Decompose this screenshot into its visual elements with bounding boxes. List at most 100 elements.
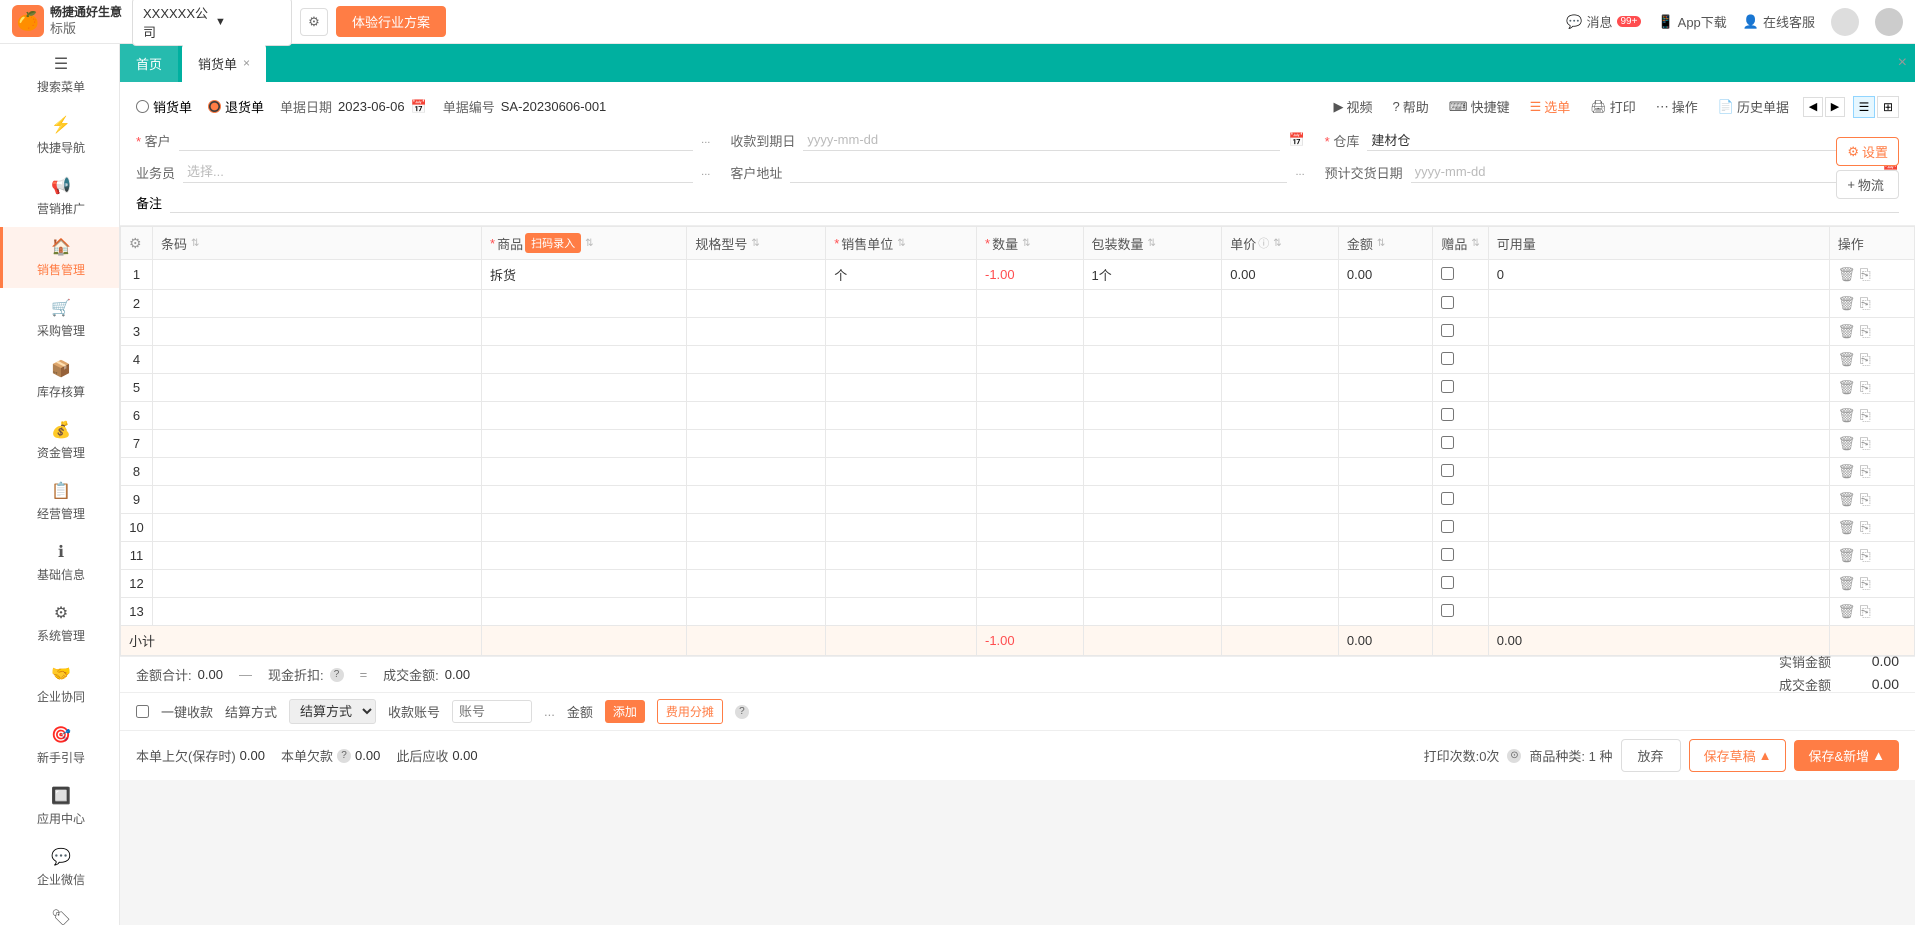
calendar-icon[interactable]: 📅 — [411, 99, 427, 115]
sidebar-item-collab[interactable]: 🤝 企业协同 — [0, 654, 119, 715]
cell-gift[interactable] — [1433, 598, 1488, 626]
cell-qty[interactable] — [977, 402, 1084, 430]
cell-product[interactable] — [482, 402, 687, 430]
next-arrow[interactable]: ▶ — [1825, 97, 1845, 117]
cell-spec[interactable] — [687, 346, 826, 374]
cell-amount[interactable] — [1338, 514, 1432, 542]
sidebar-item-system[interactable]: ⚙ 系统管理 — [0, 593, 119, 654]
receipt-cal-icon[interactable]: 📅 — [1288, 132, 1304, 148]
cell-spec[interactable] — [687, 458, 826, 486]
sidebar-item-weixin[interactable]: 💬 企业微信 — [0, 837, 119, 898]
cell-qty[interactable] — [977, 374, 1084, 402]
customer-addr-input[interactable] — [790, 161, 1287, 183]
cell-barcode[interactable] — [153, 542, 482, 570]
sidebar-item-purchase[interactable]: 🛒 采购管理 — [0, 288, 119, 349]
toolbar-print[interactable]: 🖨 打印 — [1584, 94, 1642, 119]
warehouse-input[interactable] — [1367, 129, 1881, 151]
cell-spec[interactable] — [687, 402, 826, 430]
sidebar-item-management[interactable]: 📋 经营管理 — [0, 471, 119, 532]
cell-spec[interactable] — [687, 260, 826, 290]
fee-info-icon[interactable]: ? — [735, 705, 749, 719]
cell-price[interactable] — [1222, 346, 1339, 374]
cell-qty[interactable] — [977, 458, 1084, 486]
receipt-date-input[interactable] — [803, 129, 1280, 151]
cell-spec[interactable] — [687, 290, 826, 318]
cell-barcode[interactable] — [153, 374, 482, 402]
cell-amount[interactable] — [1338, 486, 1432, 514]
cell-price[interactable]: 0.00 — [1222, 260, 1339, 290]
cell-gift[interactable] — [1433, 290, 1488, 318]
cell-price[interactable] — [1222, 514, 1339, 542]
cell-pkgqty[interactable] — [1083, 598, 1222, 626]
cell-spec[interactable] — [687, 486, 826, 514]
cell-price[interactable] — [1222, 458, 1339, 486]
cell-product[interactable] — [482, 318, 687, 346]
cell-barcode[interactable] — [153, 318, 482, 346]
prev-arrow[interactable]: ◀ — [1803, 97, 1823, 117]
cell-product[interactable] — [482, 542, 687, 570]
account-more-btn[interactable]: ... — [544, 704, 555, 719]
tab-home[interactable]: 首页 — [120, 44, 178, 82]
cell-pkgqty[interactable] — [1083, 402, 1222, 430]
cell-pkgqty[interactable] — [1083, 570, 1222, 598]
save-draft-button[interactable]: 保存草稿 ▲ — [1689, 739, 1787, 772]
customer-more-btn[interactable]: ... — [701, 134, 710, 146]
delete-row-icon[interactable]: 🗑 — [1838, 407, 1856, 424]
sidebar-item-apps[interactable]: 🔲 应用中心 — [0, 776, 119, 837]
copy-row-icon[interactable]: ⎘ — [1860, 295, 1871, 312]
avatar-extra[interactable] — [1875, 8, 1903, 36]
cell-amount[interactable] — [1338, 570, 1432, 598]
cell-qty[interactable] — [977, 570, 1084, 598]
cell-gift[interactable] — [1433, 458, 1488, 486]
one-click-pay-checkbox[interactable] — [136, 705, 149, 718]
copy-row-icon[interactable]: ⎘ — [1860, 435, 1871, 452]
sort-spec-icon[interactable]: ⇅ — [751, 238, 759, 249]
cell-qty[interactable] — [977, 290, 1084, 318]
cell-amount[interactable] — [1338, 542, 1432, 570]
close-form-icon[interactable]: × — [1898, 54, 1907, 72]
save-new-button[interactable]: 保存&新增 ▲ — [1794, 740, 1899, 771]
cell-gift[interactable] — [1433, 374, 1488, 402]
cell-spec[interactable] — [687, 542, 826, 570]
sort-qty-icon[interactable]: ⇅ — [1022, 238, 1030, 249]
sidebar-item-guide[interactable]: 🎯 新手引导 — [0, 715, 119, 776]
cell-amount[interactable]: 0.00 — [1338, 260, 1432, 290]
salesperson-more-btn[interactable]: ... — [701, 166, 710, 178]
cell-barcode[interactable] — [153, 598, 482, 626]
cell-barcode[interactable] — [153, 402, 482, 430]
copy-row-icon[interactable]: ⎘ — [1860, 519, 1871, 536]
copy-row-icon[interactable]: ⎘ — [1860, 407, 1871, 424]
sidebar-item-quicknav[interactable]: ⚡ 快捷导航 — [0, 105, 119, 166]
trial-button[interactable]: 体验行业方案 — [336, 6, 446, 37]
sidebar-item-basicinfo[interactable]: ℹ 基础信息 — [0, 532, 119, 593]
settings-icon[interactable]: ⚙ — [300, 8, 328, 36]
cell-product[interactable] — [482, 346, 687, 374]
notes-input[interactable] — [170, 191, 1899, 213]
tab-sales-order[interactable]: 销货单 × — [182, 44, 266, 82]
cell-amount[interactable] — [1338, 290, 1432, 318]
service-button[interactable]: 👤 在线客服 — [1743, 12, 1815, 31]
tab-close-icon[interactable]: × — [243, 56, 250, 70]
cell-product[interactable] — [482, 374, 687, 402]
sort-price-icon[interactable]: ⇅ — [1273, 238, 1281, 249]
cell-gift[interactable] — [1433, 570, 1488, 598]
delete-row-icon[interactable]: 🗑 — [1838, 435, 1856, 452]
cell-pkgqty[interactable] — [1083, 290, 1222, 318]
delete-row-icon[interactable]: 🗑 — [1838, 295, 1856, 312]
addr-more-btn[interactable]: ... — [1295, 166, 1304, 178]
flow-button[interactable]: + 物流 — [1836, 170, 1899, 199]
delete-row-icon[interactable]: 🗑 — [1838, 491, 1856, 508]
cell-gift[interactable] — [1433, 514, 1488, 542]
cell-product[interactable] — [482, 598, 687, 626]
sort-unit-icon[interactable]: ⇅ — [897, 238, 905, 249]
setting-button[interactable]: ⚙ 设置 — [1836, 137, 1899, 166]
cell-pkgqty[interactable] — [1083, 458, 1222, 486]
cell-barcode[interactable] — [153, 260, 482, 290]
delete-row-icon[interactable]: 🗑 — [1838, 351, 1856, 368]
sort-barcode-icon[interactable]: ⇅ — [191, 238, 199, 249]
cell-amount[interactable] — [1338, 402, 1432, 430]
arrears-info-icon[interactable]: ? — [337, 749, 351, 763]
sort-amount-icon[interactable]: ⇅ — [1377, 238, 1385, 249]
cell-pkgqty[interactable] — [1083, 374, 1222, 402]
company-selector[interactable]: XXXXXX公司 ▼ — [132, 0, 292, 46]
